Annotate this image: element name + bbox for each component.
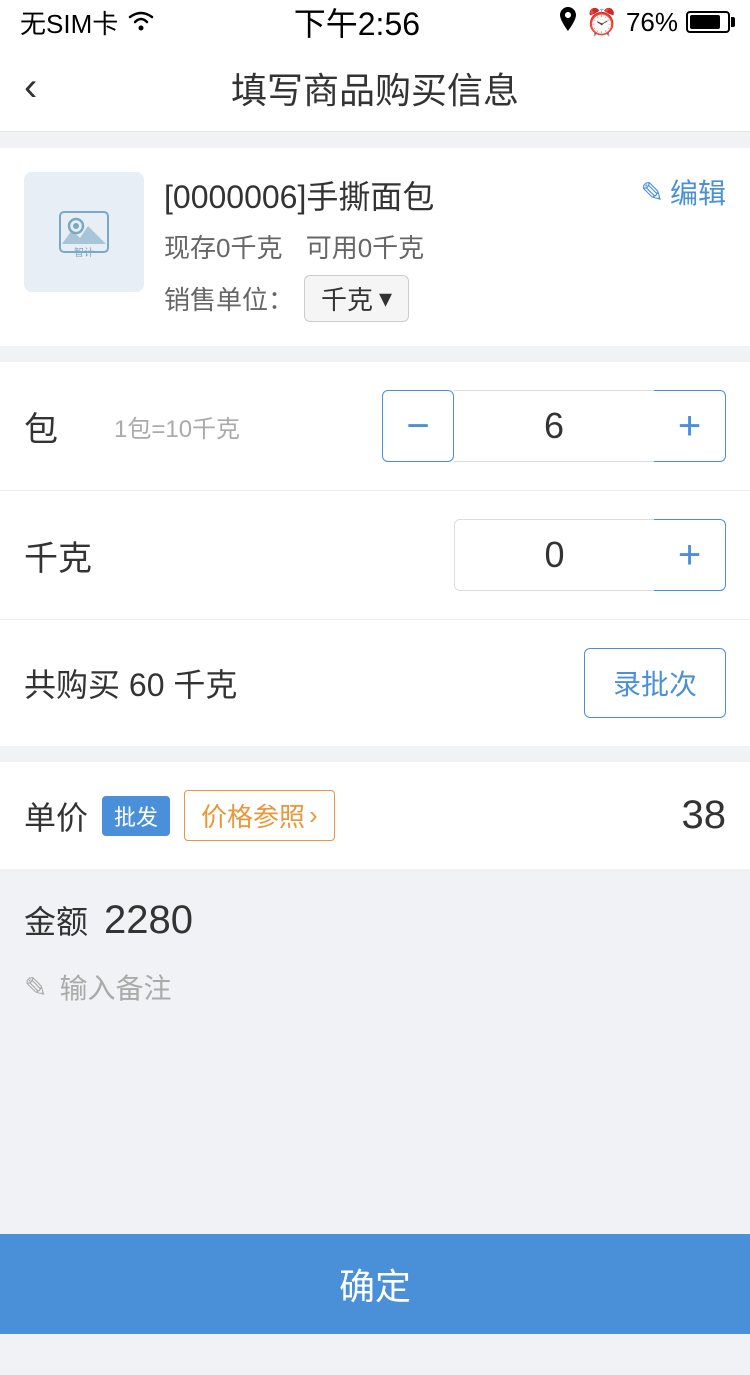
price-ref-button[interactable]: 价格参照 › bbox=[184, 790, 335, 841]
page-title: 填写商品购买信息 bbox=[231, 62, 519, 114]
dropdown-icon: ▾ bbox=[379, 283, 392, 314]
product-stock: 现存0千克 可用0千克 bbox=[164, 228, 726, 265]
quantity-label-kg: 千克 bbox=[24, 531, 104, 580]
decrease-bag-button[interactable]: − bbox=[382, 390, 454, 462]
quantity-input-bag[interactable] bbox=[454, 390, 654, 462]
wifi-icon bbox=[126, 7, 156, 38]
quantity-control-bag: − + bbox=[382, 390, 726, 462]
nav-bar: ‹ 填写商品购买信息 bbox=[0, 44, 750, 132]
quantity-hint-bag: 1包=10千克 bbox=[114, 409, 382, 444]
summary-row: 共购买 60 千克 录批次 bbox=[0, 620, 750, 746]
svg-text:智计: 智计 bbox=[74, 246, 94, 259]
note-placeholder: 输入备注 bbox=[59, 967, 171, 1007]
alarm-icon: ⏰ bbox=[586, 7, 618, 38]
amount-section: 金额 2280 ✎ 输入备注 bbox=[0, 869, 750, 1035]
quantity-label-bag: 包 bbox=[24, 402, 104, 451]
chevron-right-icon: › bbox=[309, 800, 318, 831]
battery-percent: 76% bbox=[626, 7, 678, 38]
edit-button[interactable]: ✎ 编辑 bbox=[641, 172, 726, 212]
amount-row: 金额 2280 bbox=[24, 897, 726, 943]
quantity-row-kg: 千克 + bbox=[0, 491, 750, 620]
price-left: 单价 批发 价格参照 › bbox=[24, 790, 335, 841]
quantity-row-bag: 包 1包=10千克 − + bbox=[0, 362, 750, 491]
confirm-button[interactable]: 确定 bbox=[0, 1234, 750, 1334]
summary-text: 共购买 60 千克 bbox=[24, 660, 237, 706]
product-thumbnail: 智计 bbox=[24, 172, 144, 292]
back-button[interactable]: ‹ bbox=[24, 65, 37, 110]
increase-bag-button[interactable]: + bbox=[654, 390, 726, 462]
note-row[interactable]: ✎ 输入备注 bbox=[24, 959, 726, 1035]
price-label: 单价 bbox=[24, 793, 88, 839]
product-unit: 销售单位： 千克 ▾ bbox=[164, 275, 726, 322]
status-time: 下午2:56 bbox=[294, 0, 420, 45]
location-icon bbox=[558, 7, 578, 38]
amount-value: 2280 bbox=[104, 898, 193, 943]
note-icon: ✎ bbox=[24, 971, 47, 1004]
status-bar: 无SIM卡 下午2:56 ⏰ 76% bbox=[0, 0, 750, 44]
price-type-tag: 批发 bbox=[102, 796, 170, 836]
price-value: 38 bbox=[682, 793, 727, 838]
increase-kg-button[interactable]: + bbox=[654, 519, 726, 591]
amount-label: 金额 bbox=[24, 897, 88, 943]
price-section: 单价 批发 价格参照 › 38 bbox=[0, 762, 750, 869]
sim-text: 无SIM卡 bbox=[20, 4, 118, 41]
quantity-input-kg[interactable] bbox=[454, 519, 654, 591]
quantity-section: 包 1包=10千克 − + 千克 + 共购买 60 千克 录批次 bbox=[0, 362, 750, 746]
batch-button[interactable]: 录批次 bbox=[584, 648, 726, 718]
quantity-control-kg: + bbox=[454, 519, 726, 591]
product-section: 智计 [0000006]手撕面包 现存0千克 可用0千克 销售单位： 千克 ▾ … bbox=[0, 148, 750, 346]
status-left: 无SIM卡 bbox=[20, 4, 156, 41]
battery-icon bbox=[686, 11, 730, 33]
price-row: 单价 批发 价格参照 › 38 bbox=[24, 790, 726, 841]
status-right: ⏰ 76% bbox=[558, 7, 730, 38]
edit-icon: ✎ bbox=[641, 176, 664, 209]
unit-select[interactable]: 千克 ▾ bbox=[304, 275, 409, 322]
